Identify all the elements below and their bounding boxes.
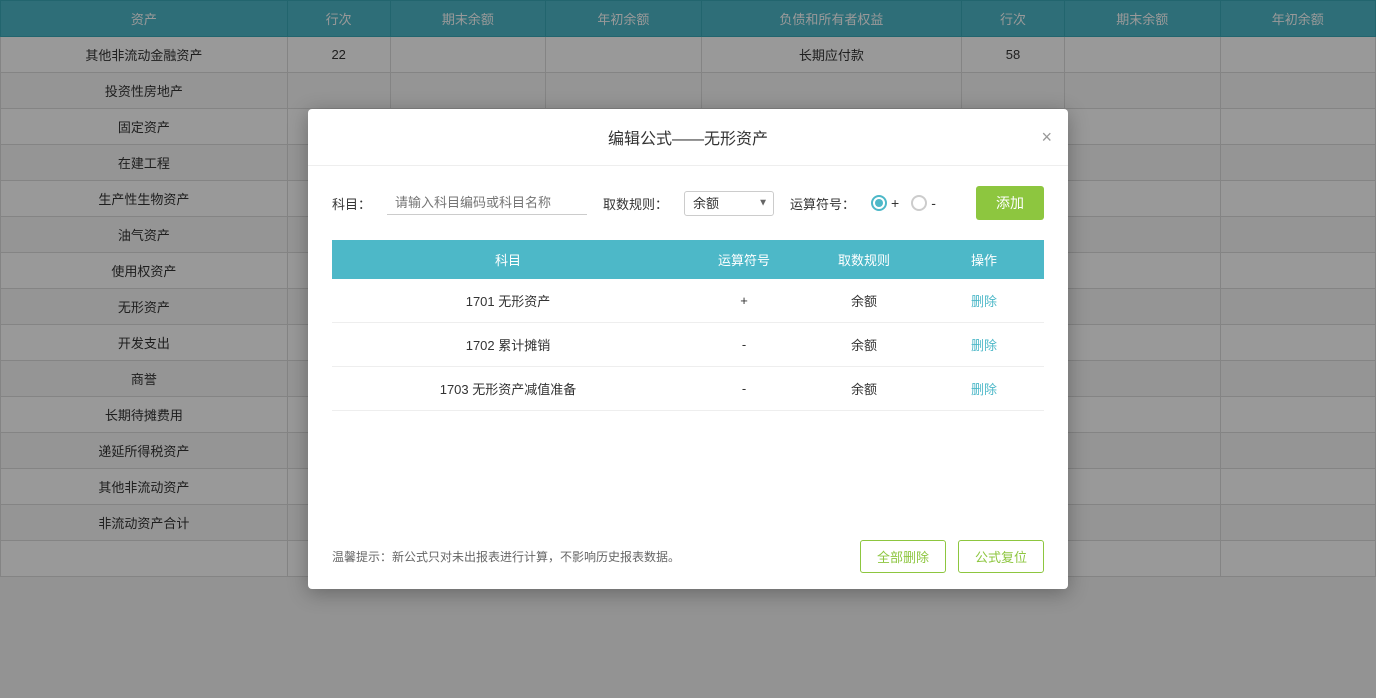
form-row: 科目： 取数规则： 余额 借方发生额 贷方发生额 ▼ 运算符号： + — [332, 186, 1044, 220]
table-cell-action: 删除 — [924, 279, 1044, 323]
operator-radio-group: + - — [871, 195, 936, 211]
formula-table: 科目 运算符号 取数规则 操作 1701 无形资产+余额删除1702 累计摊销-… — [332, 240, 1044, 411]
rule-label: 取数规则： — [603, 194, 668, 213]
rule-select[interactable]: 余额 借方发生额 贷方发生额 — [684, 191, 774, 216]
table-row: 1703 无形资产减值准备-余额 删除 — [332, 367, 1044, 411]
radio-minus-circle — [911, 195, 927, 211]
table-cell-operator: - — [684, 367, 804, 411]
subject-label: 科目： — [332, 194, 371, 213]
radio-plus-circle — [871, 195, 887, 211]
table-cell-operator: + — [684, 279, 804, 323]
table-cell-rule: 余额 — [804, 367, 924, 411]
table-row: 1701 无形资产+余额 删除 — [332, 279, 1044, 323]
modal-dialog: 编辑公式——无形资产 × 科目： 取数规则： 余额 借方发生额 贷方发生额 ▼ … — [308, 109, 1068, 589]
delete-row-button[interactable]: 删除 — [971, 338, 997, 353]
table-cell-subject: 1703 无形资产减值准备 — [332, 367, 684, 411]
delete-row-button[interactable]: 删除 — [971, 294, 997, 309]
subject-input[interactable] — [387, 191, 587, 215]
modal-body: 科目： 取数规则： 余额 借方发生额 贷方发生额 ▼ 运算符号： + — [308, 166, 1068, 524]
modal-footer: 温馨提示：新公式只对未出报表进行计算，不影响历史报表数据。 全部删除 公式复位 — [308, 524, 1068, 589]
modal-header: 编辑公式——无形资产 × — [308, 109, 1068, 166]
operator-plus-label: + — [891, 195, 899, 211]
footer-tip: 温馨提示：新公式只对未出报表进行计算，不影响历史报表数据。 — [332, 548, 680, 565]
table-header-subject: 科目 — [332, 240, 684, 279]
table-cell-subject: 1702 累计摊销 — [332, 323, 684, 367]
table-cell-rule: 余额 — [804, 323, 924, 367]
table-header-rule: 取数规则 — [804, 240, 924, 279]
delete-all-button[interactable]: 全部删除 — [860, 540, 946, 573]
table-header-operator: 运算符号 — [684, 240, 804, 279]
table-header-action: 操作 — [924, 240, 1044, 279]
footer-actions: 全部删除 公式复位 — [860, 540, 1044, 573]
table-cell-action: 删除 — [924, 323, 1044, 367]
operator-plus-radio[interactable]: + — [871, 195, 899, 211]
add-button[interactable]: 添加 — [976, 186, 1044, 220]
table-cell-operator: - — [684, 323, 804, 367]
table-cell-action: 删除 — [924, 367, 1044, 411]
operator-label: 运算符号： — [790, 194, 855, 213]
operator-minus-radio[interactable]: - — [911, 195, 936, 211]
modal-title: 编辑公式——无形资产 — [608, 125, 768, 149]
modal-close-button[interactable]: × — [1041, 128, 1052, 146]
modal-overlay: 编辑公式——无形资产 × 科目： 取数规则： 余额 借方发生额 贷方发生额 ▼ … — [0, 0, 1376, 698]
delete-row-button[interactable]: 删除 — [971, 382, 997, 397]
table-cell-subject: 1701 无形资产 — [332, 279, 684, 323]
table-row: 1702 累计摊销-余额 删除 — [332, 323, 1044, 367]
table-cell-rule: 余额 — [804, 279, 924, 323]
reset-formula-button[interactable]: 公式复位 — [958, 540, 1044, 573]
rule-select-wrap: 余额 借方发生额 贷方发生额 ▼ — [684, 191, 774, 216]
operator-minus-label: - — [931, 195, 936, 211]
